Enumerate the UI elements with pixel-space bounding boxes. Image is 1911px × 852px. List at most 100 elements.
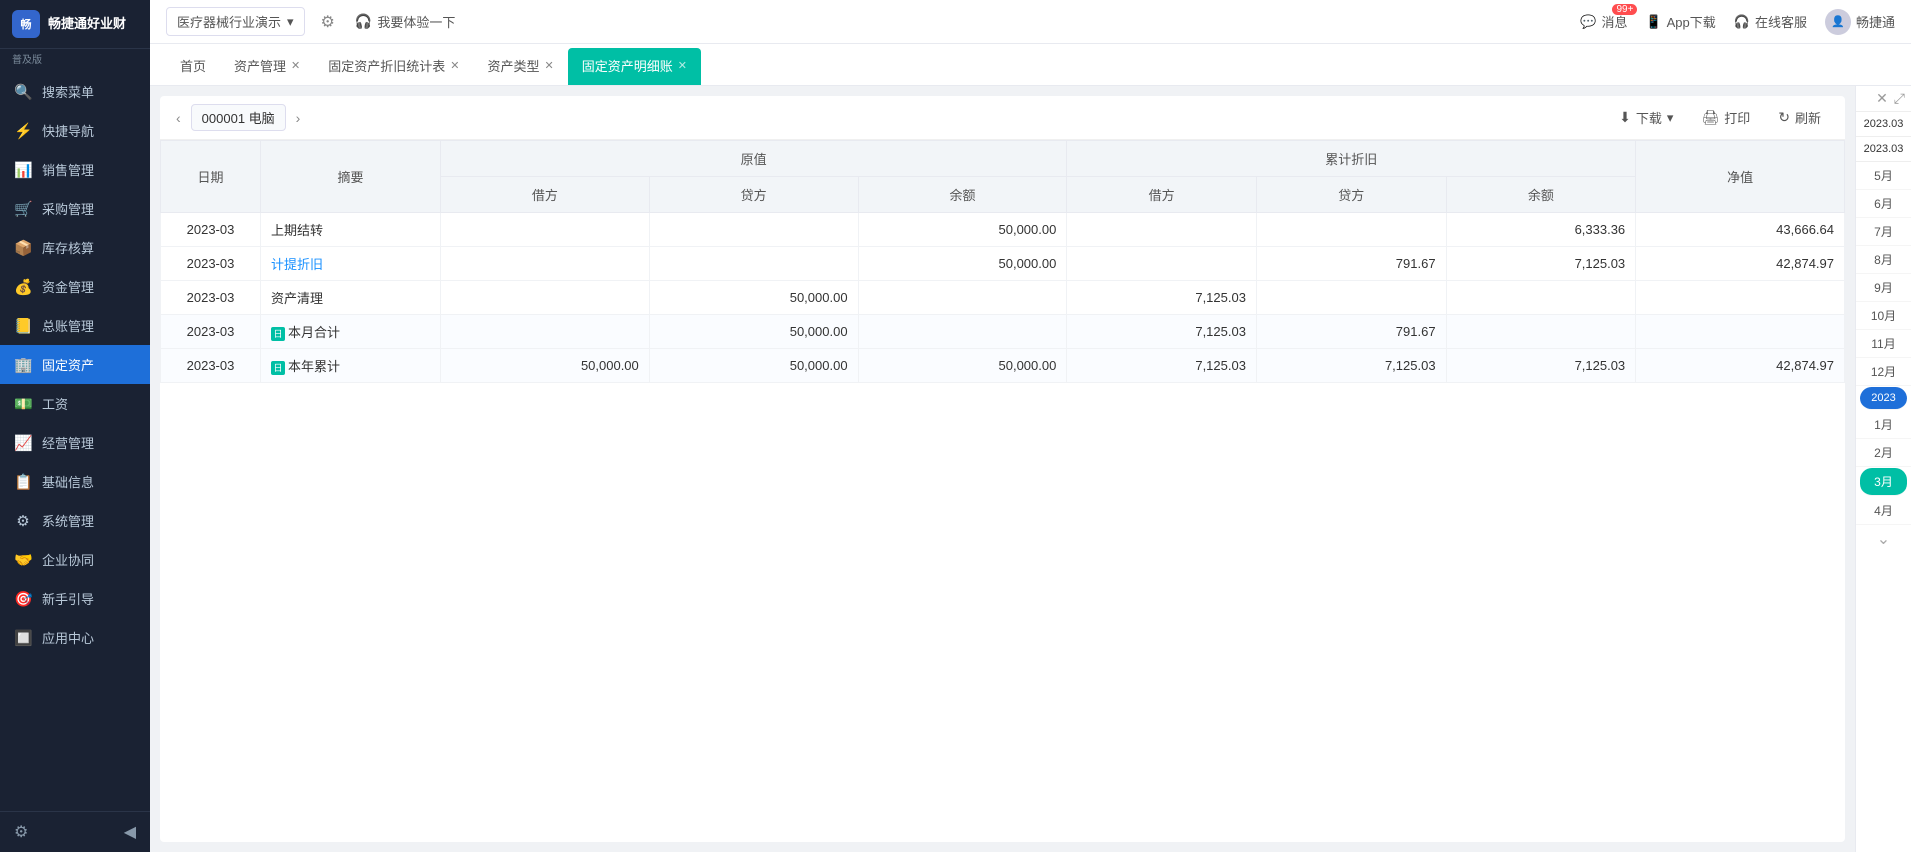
- tab-assetmanage-close[interactable]: ✕: [291, 59, 300, 72]
- summary-text: 资产清理: [271, 291, 323, 306]
- gear-icon[interactable]: ⚙: [321, 12, 335, 32]
- support-label: 在线客服: [1755, 12, 1807, 31]
- sidebar-item-search[interactable]: 🔍 搜索菜单: [0, 72, 150, 111]
- messages-action[interactable]: 💬 消息 99+: [1580, 12, 1627, 31]
- sidebar-item-basic[interactable]: 📋 基础信息: [0, 462, 150, 501]
- messages-badge: 99+: [1612, 4, 1637, 15]
- quicknav-icon: ⚡: [14, 122, 32, 140]
- sidebar-item-label: 采购管理: [42, 199, 94, 218]
- tab-assettype-label: 资产类型: [487, 56, 539, 75]
- company-name: 医疗器械行业演示: [177, 12, 281, 31]
- company-selector[interactable]: 医疗器械行业演示 ▾: [166, 7, 305, 36]
- sidebar-item-system[interactable]: ⚙ 系统管理: [0, 501, 150, 540]
- sidebar-item-operation[interactable]: 📈 经营管理: [0, 423, 150, 462]
- sidebar-item-label: 基础信息: [42, 472, 94, 491]
- tab-depreciation-label: 固定资产折旧统计表: [328, 56, 445, 75]
- sidebar-item-quicknav[interactable]: ⚡ 快捷导航: [0, 111, 150, 150]
- support-icon: 🎧: [1734, 14, 1750, 30]
- sidebar-item-label: 搜索菜单: [42, 82, 94, 101]
- refresh-label: 刷新: [1795, 108, 1821, 127]
- col-acc-credit: 贷方: [1256, 177, 1446, 213]
- cal-month[interactable]: 4月: [1856, 497, 1911, 525]
- message-icon: 💬: [1580, 14, 1596, 30]
- expand-panel-btn[interactable]: ⤢: [1894, 90, 1905, 107]
- panel-toolbar: ‹ 000001 电脑 › ⬇ 下载 ▾ 🖨 打印 ↻ 刷新: [160, 96, 1845, 140]
- sidebar-item-ledger[interactable]: 📒 总账管理: [0, 306, 150, 345]
- print-btn[interactable]: 🖨 打印: [1693, 104, 1758, 131]
- sidebar-item-label: 资金管理: [42, 277, 94, 296]
- cal-down-nav[interactable]: ⌄: [1856, 525, 1911, 553]
- sidebar-item-sales[interactable]: 📊 销售管理: [0, 150, 150, 189]
- table-row: 2023-03上期结转50,000.006,333.3643,666.64: [161, 213, 1845, 247]
- cal-month[interactable]: 5月: [1856, 162, 1911, 190]
- cal-month[interactable]: 7月: [1856, 218, 1911, 246]
- tab-home[interactable]: 首页: [166, 48, 220, 85]
- cal-month[interactable]: 8月: [1856, 246, 1911, 274]
- inventory-icon: 📦: [14, 239, 32, 257]
- cal-year-header2: 2023.03: [1856, 137, 1911, 162]
- sidebar-item-label: 库存核算: [42, 238, 94, 257]
- fund-icon: 💰: [14, 278, 32, 296]
- tab-assetdetail-close[interactable]: ✕: [678, 59, 687, 72]
- tab-home-label: 首页: [180, 56, 206, 75]
- tab-depreciation[interactable]: 固定资产折旧统计表 ✕: [314, 48, 473, 85]
- cal-year-2023[interactable]: 2023: [1860, 387, 1907, 410]
- sidebar-item-guide[interactable]: 🎯 新手引导: [0, 579, 150, 618]
- col-net-value: 净值: [1636, 141, 1845, 213]
- collapse-icon[interactable]: ◀: [124, 822, 136, 842]
- tab-assetdetail[interactable]: 固定资产明细账 ✕: [568, 48, 701, 85]
- top-header: 医疗器械行业演示 ▾ ⚙ 🎧 我要体验一下 💬 消息 99+ 📱 App下载 🎧…: [150, 0, 1911, 44]
- dropdown-icon: ▾: [287, 14, 294, 30]
- cal-month[interactable]: 12月: [1856, 358, 1911, 386]
- prev-arrow[interactable]: ‹: [176, 110, 181, 126]
- tab-assetmanage[interactable]: 资产管理 ✕: [220, 48, 314, 85]
- tab-assettype[interactable]: 资产类型 ✕: [473, 48, 567, 85]
- cal-month[interactable]: 3月: [1860, 468, 1907, 496]
- settings-icon[interactable]: ⚙: [14, 822, 28, 842]
- sidebar-item-collab[interactable]: 🤝 企业协同: [0, 540, 150, 579]
- sidebar-item-inventory[interactable]: 📦 库存核算: [0, 228, 150, 267]
- close-panel-btn[interactable]: ✕: [1876, 90, 1888, 107]
- cal-month[interactable]: 10月: [1856, 302, 1911, 330]
- operation-icon: 📈: [14, 434, 32, 452]
- download-btn[interactable]: ⬇ 下载 ▾: [1611, 104, 1681, 131]
- table-row: 2023-03日本月合计50,000.007,125.03791.67: [161, 315, 1845, 349]
- sidebar-item-label: 系统管理: [42, 511, 94, 530]
- col-acc-balance: 余额: [1446, 177, 1636, 213]
- sidebar-item-salary[interactable]: 💵 工资: [0, 384, 150, 423]
- tab-assetmanage-label: 资产管理: [234, 56, 286, 75]
- search-icon: 🔍: [14, 83, 32, 101]
- cal-month[interactable]: 9月: [1856, 274, 1911, 302]
- col-acc-debit: 借方: [1067, 177, 1257, 213]
- sidebar-item-appstore[interactable]: 🔲 应用中心: [0, 618, 150, 657]
- asset-id-box: 000001 电脑: [191, 104, 286, 131]
- sidebar-item-label: 经营管理: [42, 433, 94, 452]
- appdownload-action[interactable]: 📱 App下载: [1645, 12, 1715, 31]
- sidebar-item-fund[interactable]: 💰 资金管理: [0, 267, 150, 306]
- cal-month[interactable]: 11月: [1856, 330, 1911, 358]
- col-orig-balance: 余额: [858, 177, 1067, 213]
- cal-month[interactable]: 6月: [1856, 190, 1911, 218]
- col-acc-dep-group: 累计折旧: [1067, 141, 1636, 177]
- cal-year-header: 2023.03: [1856, 112, 1911, 137]
- tab-assettype-close[interactable]: ✕: [545, 59, 554, 72]
- tab-bar: 首页 资产管理 ✕ 固定资产折旧统计表 ✕ 资产类型 ✕ 固定资产明细账 ✕: [150, 44, 1911, 86]
- main-panel: ‹ 000001 电脑 › ⬇ 下载 ▾ 🖨 打印 ↻ 刷新: [160, 96, 1845, 842]
- experience-btn[interactable]: 🎧 我要体验一下: [355, 12, 455, 31]
- tab-assetdetail-label: 固定资产明细账: [582, 56, 673, 75]
- summary-text: 计提折旧: [271, 257, 323, 272]
- toolbar-right: ⬇ 下载 ▾ 🖨 打印 ↻ 刷新: [1611, 104, 1829, 131]
- cal-month[interactable]: 2月: [1856, 439, 1911, 467]
- tab-depreciation-close[interactable]: ✕: [450, 59, 459, 72]
- refresh-btn[interactable]: ↻ 刷新: [1770, 104, 1829, 131]
- salary-icon: 💵: [14, 395, 32, 413]
- support-action[interactable]: 🎧 在线客服: [1734, 12, 1807, 31]
- next-arrow[interactable]: ›: [296, 110, 301, 126]
- sidebar-item-purchase[interactable]: 🛒 采购管理: [0, 189, 150, 228]
- cal-month[interactable]: 1月: [1856, 411, 1911, 439]
- table-row: 2023-03计提折旧50,000.00791.677,125.0342,874…: [161, 247, 1845, 281]
- user-action[interactable]: 👤 畅捷通: [1825, 9, 1895, 35]
- phone-icon: 📱: [1645, 14, 1661, 30]
- basic-icon: 📋: [14, 473, 32, 491]
- sidebar-item-fixed[interactable]: 🏢 固定资产: [0, 345, 150, 384]
